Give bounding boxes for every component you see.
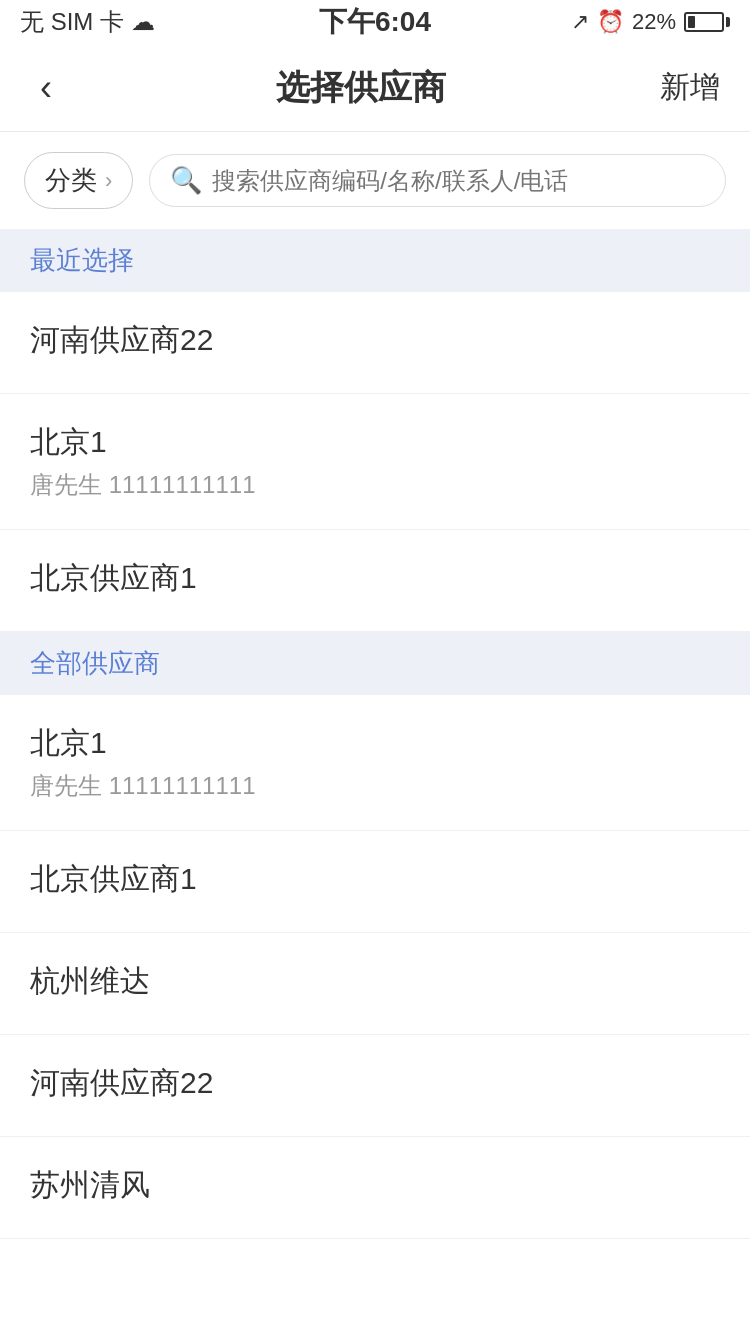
status-time: 下午6:04 (319, 3, 431, 41)
category-label: 分类 (45, 163, 97, 198)
item-name: 河南供应商22 (30, 320, 720, 361)
all-list-item[interactable]: 杭州维达 (0, 933, 750, 1035)
chevron-right-icon: › (105, 168, 112, 194)
add-button[interactable]: 新增 (660, 67, 720, 108)
item-name: 杭州维达 (30, 961, 720, 1002)
item-name: 北京供应商1 (30, 558, 720, 599)
item-name: 河南供应商22 (30, 1063, 720, 1104)
status-right: ↗ ⏰ 22% (571, 9, 730, 35)
search-input[interactable] (212, 167, 705, 195)
recent-list: 河南供应商22 北京1 唐先生 11111111111 北京供应商1 (0, 292, 750, 632)
all-section-label: 全部供应商 (30, 648, 160, 678)
category-button[interactable]: 分类 › (24, 152, 133, 209)
all-list: 北京1 唐先生 11111111111 北京供应商1 杭州维达河南供应商22 苏州清风 (0, 695, 750, 1239)
filter-bar: 分类 › 🔍 (0, 132, 750, 229)
item-name: 北京1 (30, 422, 720, 463)
nav-bar: ‹ 选择供应商 新增 (0, 44, 750, 132)
status-left: 无 SIM 卡 ☁ (20, 6, 155, 38)
location-icon: ↗ (571, 9, 589, 35)
recent-list-item[interactable]: 北京供应商1 (0, 530, 750, 632)
back-button[interactable]: ‹ (30, 57, 62, 119)
item-name: 苏州清风 (30, 1165, 720, 1206)
item-name: 北京1 (30, 723, 720, 764)
status-bar: 无 SIM 卡 ☁ 下午6:04 ↗ ⏰ 22% (0, 0, 750, 44)
search-box[interactable]: 🔍 (149, 154, 726, 207)
all-list-item[interactable]: 河南供应商22 (0, 1035, 750, 1137)
all-list-item[interactable]: 苏州清风 (0, 1137, 750, 1239)
item-sub: 唐先生 11111111111 (30, 469, 720, 501)
all-section-header: 全部供应商 (0, 632, 750, 695)
recent-section-header: 最近选择 (0, 229, 750, 292)
all-list-item[interactable]: 北京供应商1 (0, 831, 750, 933)
battery-indicator (684, 12, 730, 32)
item-sub: 唐先生 11111111111 (30, 770, 720, 802)
recent-list-item[interactable]: 北京1 唐先生 11111111111 (0, 394, 750, 530)
alarm-icon: ⏰ (597, 9, 624, 35)
search-icon: 🔍 (170, 165, 202, 196)
page-title: 选择供应商 (276, 65, 446, 111)
sim-status: 无 SIM 卡 ☁ (20, 6, 155, 38)
battery-percent: 22% (632, 9, 676, 35)
recent-section-label: 最近选择 (30, 245, 134, 275)
item-name: 北京供应商1 (30, 859, 720, 900)
recent-list-item[interactable]: 河南供应商22 (0, 292, 750, 394)
all-list-item[interactable]: 北京1 唐先生 11111111111 (0, 695, 750, 831)
